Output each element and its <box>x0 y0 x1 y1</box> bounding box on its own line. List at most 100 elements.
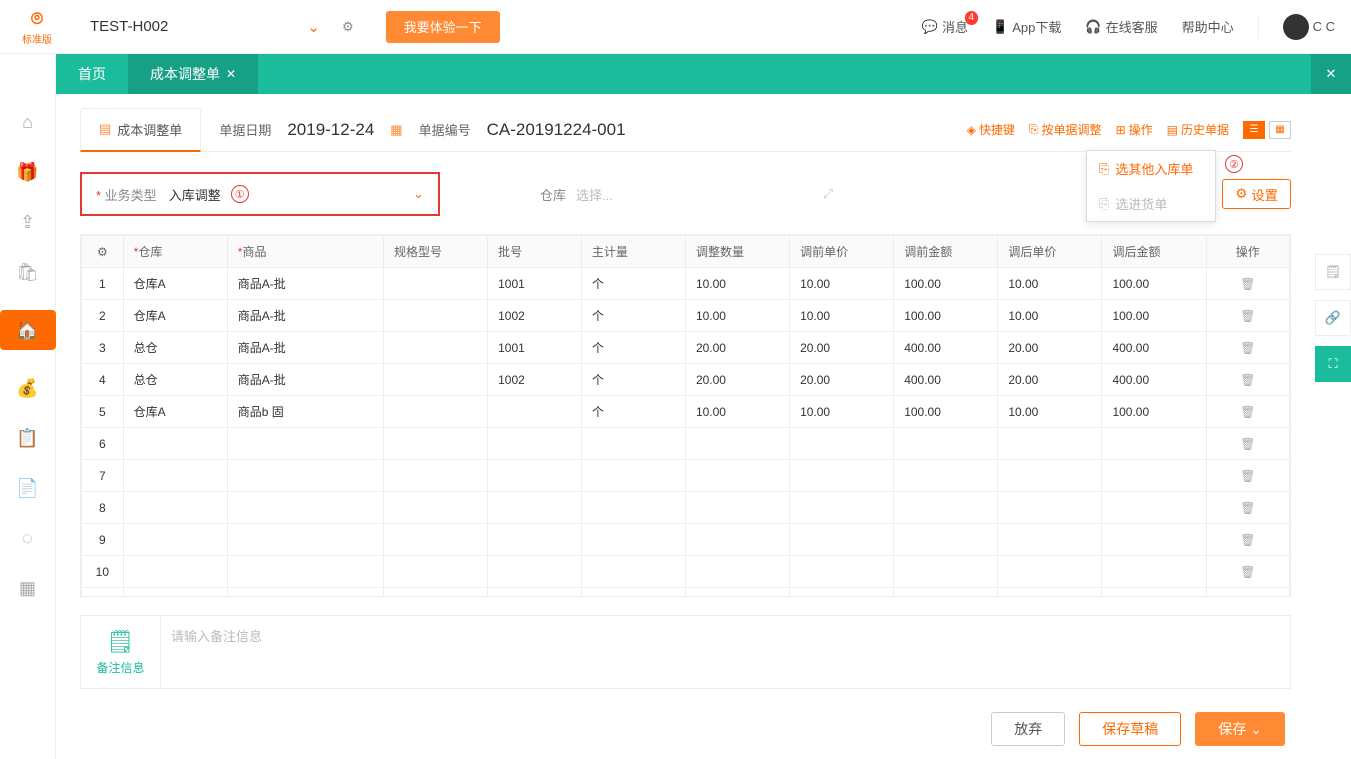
delete-icon[interactable]: 🗑 <box>1240 533 1255 547</box>
table-row[interactable]: 3总仓商品A-批1001个20.0020.00400.0020.00400.00… <box>82 332 1290 364</box>
chevron-down-icon: ⌄ <box>413 186 424 202</box>
delete-icon[interactable]: 🗑 <box>1240 373 1255 387</box>
table-row[interactable]: 2仓库A商品A-批1002个10.0010.00100.0010.00100.0… <box>82 300 1290 332</box>
document-date[interactable]: 2019-12-24 <box>287 120 374 140</box>
sidebar-item-report[interactable]: 📋 <box>16 426 40 450</box>
date-label: 单据日期 <box>219 120 271 139</box>
document-icon: ▤ <box>99 121 111 137</box>
view-list[interactable]: ☰ <box>1243 121 1265 139</box>
support-label: 在线客服 <box>1106 17 1158 36</box>
sidebar-item-new[interactable]: ▦ <box>16 576 40 600</box>
bybill-icon: ⎘ <box>1029 122 1039 137</box>
table-row[interactable]: 11🗑 <box>82 588 1290 598</box>
delete-icon[interactable]: 🗑 <box>1240 277 1255 291</box>
delete-icon[interactable]: 🗑 <box>1240 469 1255 483</box>
sidebar-item-list[interactable]: 📄 <box>16 476 40 500</box>
close-icon[interactable]: ✕ <box>226 67 236 81</box>
expand-icon: ⤢ <box>823 186 833 202</box>
business-type-label: * 业务类型 <box>96 185 157 204</box>
table-row[interactable]: 10🗑 <box>82 556 1290 588</box>
tab-bar-close[interactable]: ✕ <box>1311 54 1351 94</box>
chevron-down-icon: ⌄ <box>307 18 320 36</box>
delete-icon[interactable]: 🗑 <box>1240 405 1255 419</box>
settings-button[interactable]: ⚙ 设置 <box>1222 179 1291 209</box>
calendar-icon[interactable]: ▦ <box>390 122 402 138</box>
bybill-dropdown: ⎘ 选其他入库单 ⎘ 选进货单 ② <box>1086 150 1216 222</box>
business-type-select[interactable]: * 业务类型 入库调整 ① ⌄ <box>80 172 440 216</box>
app-logo[interactable]: ⌾ 标准版 <box>16 8 58 46</box>
delete-icon[interactable]: 🗑 <box>1240 309 1255 323</box>
avatar-icon <box>1283 14 1309 40</box>
messages-link[interactable]: 💬 消息 4 <box>922 17 968 36</box>
col-header: 调后单价 <box>998 236 1102 268</box>
delete-icon[interactable]: 🗑 <box>1240 597 1255 598</box>
adjustment-table: ⚙*仓库*商品规格型号批号主计量调整数量调前单价调前金额调后单价调后金额操作 1… <box>81 235 1290 597</box>
doc-icon: ⎘ <box>1099 196 1109 212</box>
annotation-2: ② <box>1225 155 1243 173</box>
tab-current[interactable]: 成本调整单 ✕ <box>128 54 258 94</box>
support-link[interactable]: 🎧 在线客服 <box>1085 17 1157 36</box>
company-select[interactable]: TEST-H002 ⌄ <box>80 12 330 42</box>
user-menu[interactable]: C C <box>1283 14 1335 40</box>
save-button[interactable]: 保存 ⌄ <box>1195 712 1285 746</box>
delete-icon[interactable]: 🗑 <box>1240 341 1255 355</box>
tab-current-label: 成本调整单 <box>150 64 220 84</box>
settings-icon[interactable]: ⚙ <box>342 19 354 35</box>
col-gear[interactable]: ⚙ <box>82 236 124 268</box>
right-tool-expand[interactable]: ⛶ <box>1315 346 1351 382</box>
chevron-down-icon: ⌄ <box>1250 721 1262 738</box>
table-row[interactable]: 5仓库A商品b 固个10.0010.00100.0010.00100.00🗑 <box>82 396 1290 428</box>
table-row[interactable]: 7🗑 <box>82 460 1290 492</box>
table-row[interactable]: 9🗑 <box>82 524 1290 556</box>
col-header: 主计量 <box>581 236 685 268</box>
delete-icon[interactable]: 🗑 <box>1240 565 1255 579</box>
table-row[interactable]: 8🗑 <box>82 492 1290 524</box>
delete-icon[interactable]: 🗑 <box>1240 501 1255 515</box>
dropdown-purchase: ⎘ 选进货单 <box>1087 186 1215 221</box>
business-type-value: 入库调整 <box>169 185 221 204</box>
table-row[interactable]: 1仓库A商品A-批1001个10.0010.00100.0010.00100.0… <box>82 268 1290 300</box>
shortcut-icon: ◈ <box>967 123 976 137</box>
view-grid[interactable]: ▦ <box>1269 121 1291 139</box>
operate-icon: ⊞ <box>1116 123 1126 137</box>
edition-label: 标准版 <box>16 31 58 46</box>
table-row[interactable]: 4总仓商品A-批1002个20.0020.00400.0020.00400.00… <box>82 364 1290 396</box>
warehouse-select[interactable]: 仓库 选择... ⤢ <box>540 185 833 204</box>
remark-input[interactable]: 请输入备注信息 <box>161 616 1290 688</box>
delete-icon[interactable]: 🗑 <box>1240 437 1255 451</box>
dropdown-other-inbound[interactable]: ⎘ 选其他入库单 <box>1087 151 1215 186</box>
col-header: 批号 <box>488 236 582 268</box>
help-link[interactable]: 帮助中心 <box>1182 17 1234 36</box>
document-tab[interactable]: ▤ 成本调整单 <box>80 108 201 152</box>
save-draft-button[interactable]: 保存草稿 <box>1079 712 1181 746</box>
sidebar-item-warehouse[interactable]: 🏠 <box>0 310 56 350</box>
gear-icon: ⚙ <box>1235 186 1247 202</box>
sidebar-item-money[interactable]: 💰 <box>16 376 40 400</box>
table-row[interactable]: 6🗑 <box>82 428 1290 460</box>
right-tool-note[interactable]: 🗒 <box>1315 254 1351 290</box>
sidebar-item-gift[interactable]: 🎁 <box>16 160 40 184</box>
col-header: 调前金额 <box>894 236 998 268</box>
col-header: 调前单价 <box>790 236 894 268</box>
message-icon: 💬 <box>922 19 938 35</box>
logo-icon: ⌾ <box>16 8 58 31</box>
sidebar-item-home[interactable]: ⌂ <box>16 110 40 134</box>
action-bybill[interactable]: ⎘按单据调整 <box>1029 121 1102 138</box>
col-header: *仓库 <box>123 236 227 268</box>
sidebar-item-cycle[interactable]: ◌ <box>16 526 40 550</box>
doc-icon: ⎘ <box>1099 161 1109 177</box>
sidebar-item-out[interactable]: ⇪ <box>16 210 40 234</box>
app-download-link[interactable]: 📱 App下载 <box>992 17 1061 36</box>
action-shortcut[interactable]: ◈快捷键 <box>967 121 1015 138</box>
history-icon: ▤ <box>1167 123 1178 137</box>
action-history[interactable]: ▤历史单据 <box>1167 121 1229 138</box>
sidebar-item-bag[interactable]: 🛍 <box>16 260 40 284</box>
user-name: C C <box>1313 19 1335 34</box>
right-tool-attach[interactable]: 🔗 <box>1315 300 1351 336</box>
warehouse-label: 仓库 <box>540 185 566 204</box>
trial-button[interactable]: 我要体验一下 <box>386 11 500 43</box>
discard-button[interactable]: 放弃 <box>991 712 1065 746</box>
annotation-1: ① <box>231 185 249 203</box>
tab-home[interactable]: 首页 <box>56 54 128 94</box>
action-operate[interactable]: ⊞操作 <box>1116 121 1153 138</box>
